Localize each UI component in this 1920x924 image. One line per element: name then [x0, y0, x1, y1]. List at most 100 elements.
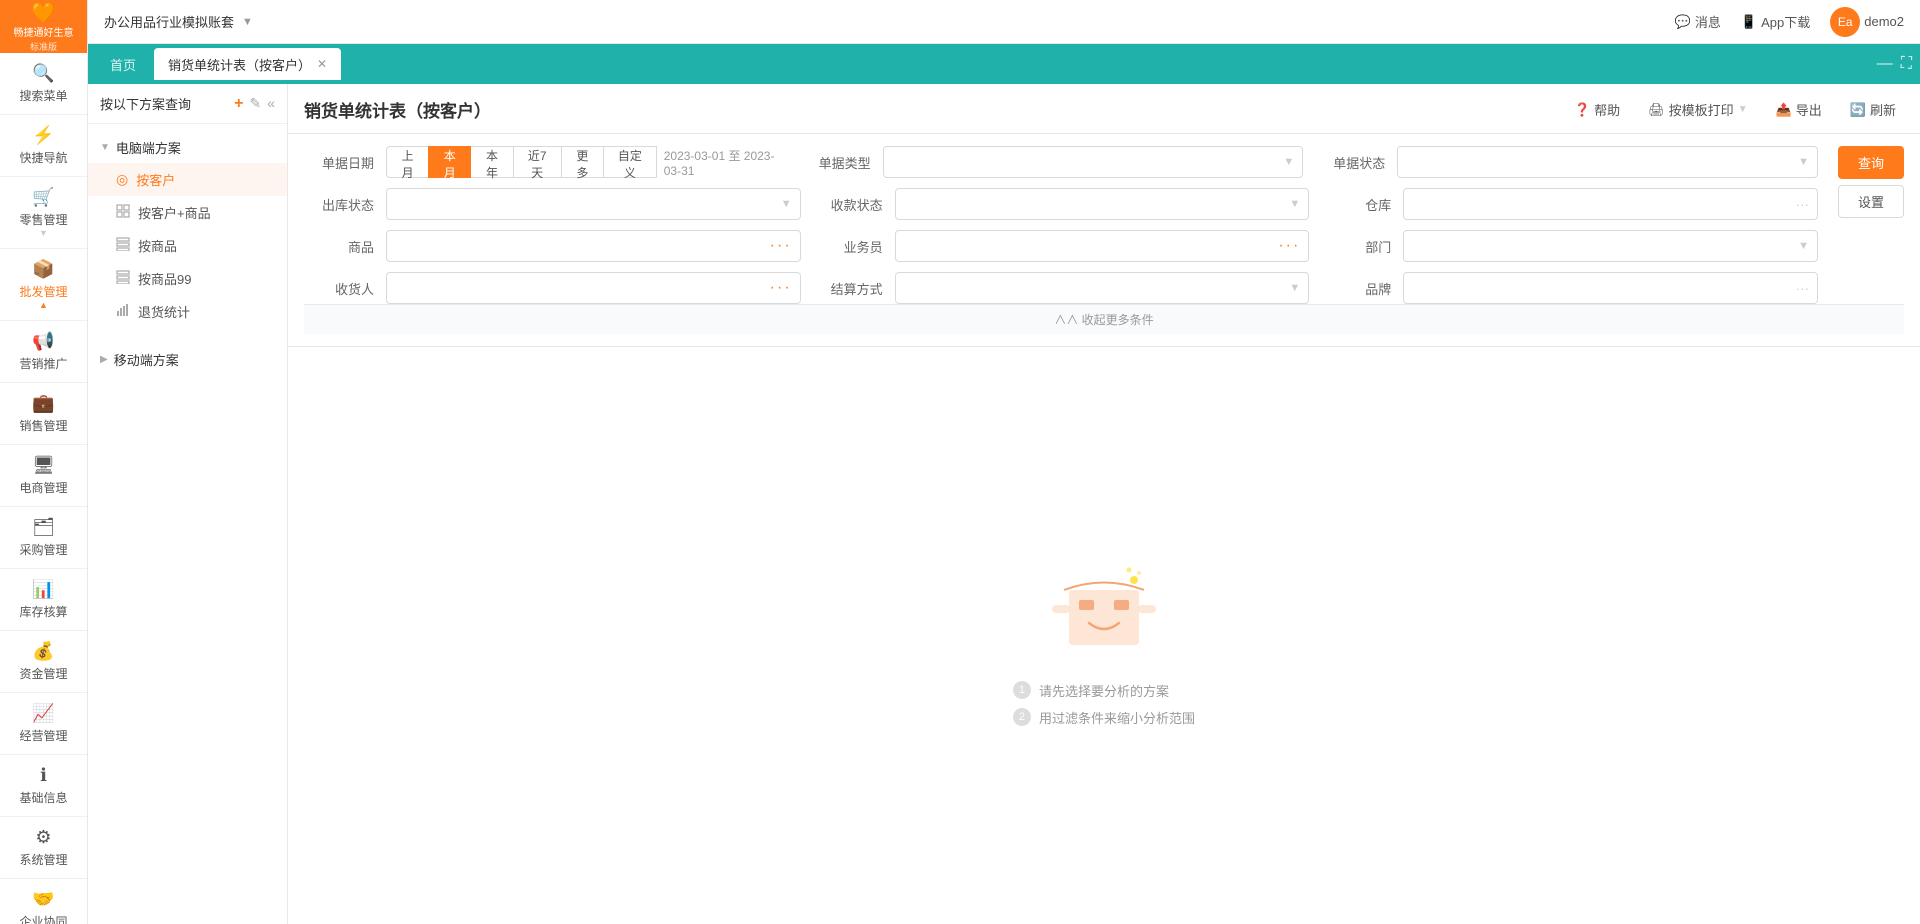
- tab-sales-stat[interactable]: 销货单统计表（按客户） ✕: [154, 48, 341, 80]
- doc-status-label: 单据状态: [1315, 153, 1385, 172]
- sidebar-item-quick-nav[interactable]: ⚡ 快捷导航: [0, 115, 87, 177]
- export-button[interactable]: 📤 导出: [1768, 96, 1830, 123]
- app-download-button[interactable]: 📱 App下载: [1741, 12, 1810, 31]
- settings-button[interactable]: 设置: [1838, 185, 1904, 218]
- receiver-label: 收货人: [304, 279, 374, 298]
- scheme-item-by-customer-product[interactable]: 按客户+商品: [88, 196, 287, 229]
- refresh-button[interactable]: 🔄 刷新: [1842, 96, 1904, 123]
- finance-icon: 💰: [32, 641, 54, 662]
- template-print-button[interactable]: 🖨 按模板打印 ▼: [1640, 96, 1755, 123]
- collapse-more-btn[interactable]: ∧∧ 收起更多条件: [304, 304, 1904, 334]
- edit-scheme-icon[interactable]: ✎: [249, 95, 261, 113]
- sidebar-item-inventory[interactable]: 📊 库存核算: [0, 569, 87, 631]
- empty-tip-2: 2 用过滤条件来缩小分析范围: [1013, 708, 1195, 727]
- sidebar-item-wholesale[interactable]: 📦 批发管理 ▲: [0, 249, 87, 321]
- date-btn-custom[interactable]: 自定义: [603, 146, 657, 178]
- system-icon: ⚙: [35, 827, 51, 848]
- stock-status-arrow-icon: ▼: [781, 198, 792, 210]
- filter-area: 单据日期 上月 本月 本年 近7天 更多 自定义 2023-03-01 至 20…: [288, 134, 1920, 347]
- scheme-group-desktop-header[interactable]: ▼ 电脑端方案: [88, 132, 287, 163]
- doc-type-label: 单据类型: [801, 153, 871, 172]
- scheme-group-mobile: ▶ 移动端方案: [88, 336, 287, 383]
- message-icon: 💬: [1675, 14, 1691, 30]
- app-logo: 🧡 畅捷通好生意 标准版: [0, 0, 88, 53]
- print-icon: 🖨: [1648, 102, 1665, 118]
- page-actions: ❓ 帮助 🖨 按模板打印 ▼ 📤 导出 🔄 刷新: [1566, 96, 1904, 123]
- basics-icon: ℹ: [40, 765, 47, 786]
- sidebar-item-basics[interactable]: ℹ 基础信息: [0, 755, 87, 817]
- filter-rows-inner: 单据日期 上月 本月 本年 近7天 更多 自定义 2023-03-01 至 20…: [304, 146, 1818, 304]
- enterprise-icon: 🤝: [32, 889, 54, 910]
- logo-sub: 标准版: [30, 40, 57, 53]
- date-btn-more[interactable]: 更多: [561, 146, 604, 178]
- brand-input[interactable]: ···: [1403, 272, 1818, 304]
- payment-status-input[interactable]: ▼: [895, 188, 1310, 220]
- sidebar-item-marketing[interactable]: 📢 营销推广: [0, 321, 87, 383]
- date-btn-this-year[interactable]: 本年: [470, 146, 513, 178]
- wholesale-icon: 📦: [32, 259, 54, 280]
- warehouse-input[interactable]: ···: [1403, 188, 1818, 220]
- tip-num-1: 1: [1013, 681, 1031, 699]
- scheme-item-by-product-99[interactable]: 按商品99: [88, 262, 287, 295]
- add-scheme-icon[interactable]: +: [234, 95, 243, 113]
- doc-status-input[interactable]: ▼: [1397, 146, 1818, 178]
- inventory-icon: 📊: [32, 579, 54, 600]
- user-profile[interactable]: Ea demo2: [1830, 7, 1904, 37]
- message-button[interactable]: 💬 消息: [1675, 12, 1721, 31]
- doc-type-arrow-icon: ▼: [1283, 156, 1294, 168]
- help-button[interactable]: ❓ 帮助: [1566, 96, 1628, 123]
- sidebar-item-sales[interactable]: 💼 销售管理: [0, 383, 87, 445]
- date-range-text: 2023-03-01 至 2023-03-31: [664, 147, 789, 178]
- date-btn-last-month[interactable]: 上月: [386, 146, 429, 178]
- payment-status-arrow-icon: ▼: [1289, 198, 1300, 210]
- filter-row-receiver: 收货人 ··· 结算方式 ▼ 品牌: [304, 272, 1818, 304]
- stock-status-input[interactable]: ▼: [386, 188, 801, 220]
- date-btn-last-7[interactable]: 近7天: [513, 146, 562, 178]
- query-settings-buttons: 查询 设置: [1838, 146, 1904, 218]
- tab-close-icon[interactable]: ✕: [317, 57, 327, 71]
- sidebar-item-procurement[interactable]: 🗂 采购管理: [0, 507, 87, 569]
- scheme-group-mobile-label: 移动端方案: [114, 350, 179, 369]
- filter-row-stock: 出库状态 ▼ 收款状态 ▼ 仓库: [304, 188, 1818, 220]
- print-dropdown-icon[interactable]: ▼: [1738, 104, 1748, 115]
- receiver-input[interactable]: ···: [386, 272, 801, 304]
- sidebar-item-finance[interactable]: 💰 资金管理: [0, 631, 87, 693]
- procurement-icon: 🗂: [32, 517, 55, 538]
- date-btn-this-month[interactable]: 本月: [428, 146, 471, 178]
- date-filter: 上月 本月 本年 近7天 更多 自定义 2023-03-01 至 2023-03…: [386, 146, 789, 178]
- tab-maximize-icon[interactable]: ⛶: [1901, 55, 1912, 73]
- sidebar-item-search-menu[interactable]: 🔍 搜索菜单: [0, 53, 87, 115]
- breadcrumb-area: 办公用品行业模拟账套 ▼: [104, 12, 253, 31]
- breadcrumb-dropdown-icon[interactable]: ▼: [242, 16, 253, 28]
- sidebar-item-system[interactable]: ⚙ 系统管理: [0, 817, 87, 879]
- sidebar-item-ecommerce[interactable]: 🖥 电商管理: [0, 445, 87, 507]
- sidebar-item-enterprise[interactable]: 🤝 企业协同: [0, 879, 87, 924]
- salesperson-input[interactable]: ···: [895, 230, 1310, 262]
- main-area: 销货单统计表（按客户） ❓ 帮助 🖨 按模板打印 ▼ 📤 导出: [288, 84, 1920, 924]
- sidebar: 🧡 畅捷通好生意 标准版 🔍 搜索菜单 ⚡ 快捷导航 🛒 零售管理 ▼ 📦 批发…: [0, 0, 88, 924]
- product-input[interactable]: ···: [386, 230, 801, 262]
- refresh-icon: 🔄: [1850, 102, 1866, 118]
- chevron-right-icon: ▶: [100, 354, 108, 365]
- logo-text: 畅捷通好生意: [14, 27, 74, 40]
- collapse-scheme-icon[interactable]: «: [267, 95, 275, 113]
- tab-minimize-icon[interactable]: —: [1877, 55, 1893, 73]
- doc-type-input[interactable]: ▼: [883, 146, 1304, 178]
- scheme-item-by-customer[interactable]: ◎ 按客户: [88, 163, 287, 196]
- sidebar-item-retail[interactable]: 🛒 零售管理 ▼: [0, 177, 87, 249]
- scheme-panel-header: 按以下方案查询 + ✎ «: [88, 84, 287, 124]
- department-input[interactable]: ▼: [1403, 230, 1818, 262]
- filter-row-date: 单据日期 上月 本月 本年 近7天 更多 自定义 2023-03-01 至 20…: [304, 146, 1818, 178]
- page-header: 销货单统计表（按客户） ❓ 帮助 🖨 按模板打印 ▼ 📤 导出: [288, 84, 1920, 134]
- product-label: 商品: [304, 237, 374, 256]
- scheme-by-product-99-icon: [116, 270, 130, 287]
- payment-method-input[interactable]: ▼: [895, 272, 1310, 304]
- payment-method-label: 结算方式: [813, 279, 883, 298]
- scheme-item-return-stat[interactable]: 退货统计: [88, 295, 287, 328]
- scheme-group-mobile-header[interactable]: ▶ 移动端方案: [88, 344, 287, 375]
- query-button[interactable]: 查询: [1838, 146, 1904, 179]
- stock-status-label: 出库状态: [304, 195, 374, 214]
- scheme-item-by-product[interactable]: 按商品: [88, 229, 287, 262]
- sidebar-item-operations[interactable]: 📈 经营管理: [0, 693, 87, 755]
- tab-home[interactable]: 首页: [96, 48, 150, 80]
